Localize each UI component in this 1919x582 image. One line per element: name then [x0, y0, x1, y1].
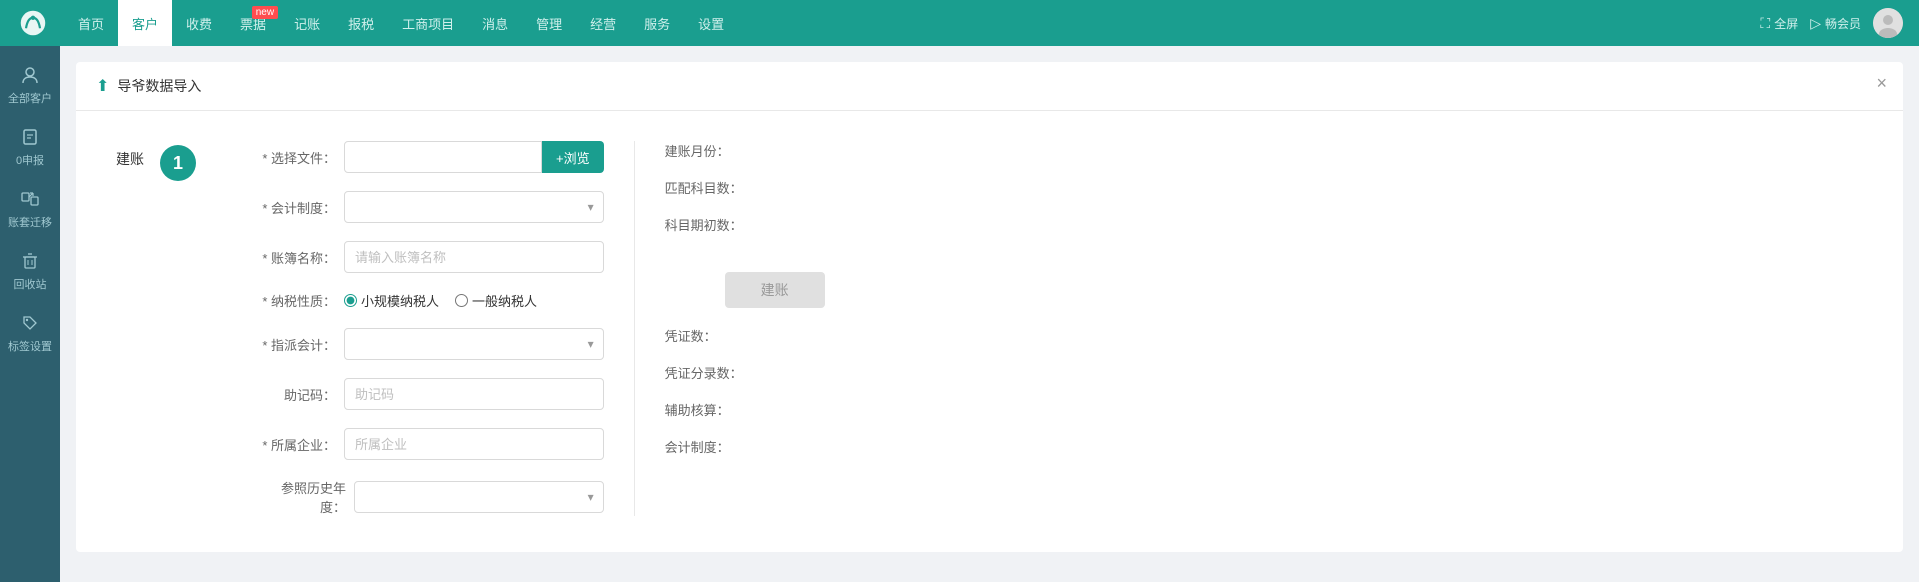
nav-item-home[interactable]: 首页 [64, 0, 118, 46]
file-input-group: +浏览 [344, 141, 604, 173]
voucher-count-row: 凭证数： [665, 326, 885, 345]
nav-item-manage[interactable]: 管理 [522, 0, 576, 46]
accounting-row: * 会计制度： [256, 191, 604, 223]
tax-type-row: * 纳税性质： 小规模纳税人 一般纳税人 [256, 291, 604, 310]
memo-row: 助记码： [256, 378, 604, 410]
nav-item-bizproj[interactable]: 工商项目 [388, 0, 468, 46]
match-subject-row: 匹配科目数： [665, 178, 885, 197]
belong-input[interactable] [344, 428, 604, 460]
top-nav: 首页 客户 收费 票据 new 记账 报税 工商项目 消息 管理 经营 服务 设… [0, 0, 1919, 46]
setup-month-label: 建账月份： [665, 141, 730, 160]
tag-icon [19, 312, 41, 334]
nav-item-tax[interactable]: 报税 [334, 0, 388, 46]
nav-item-message[interactable]: 消息 [468, 0, 522, 46]
history-year-select[interactable] [354, 481, 604, 513]
divider [634, 141, 635, 516]
memo-label: 助记码： [256, 385, 336, 404]
sidebar-item-declaration[interactable]: 0申报 [0, 116, 60, 178]
nav-items: 首页 客户 收费 票据 new 记账 报税 工商项目 消息 管理 经营 服务 设… [64, 0, 1760, 46]
sidebar: 全部客户 0申报 账套迁移 [0, 46, 60, 582]
import-icon: ⬆ [96, 76, 109, 96]
belong-row: * 所属企业： [256, 428, 604, 460]
accounting-select-wrapper [344, 191, 604, 223]
assign-acc-label: * 指派会计： [256, 335, 336, 354]
build-btn-row: 建账 [665, 272, 885, 308]
nav-item-ledger[interactable]: 记账 [280, 0, 334, 46]
accounting-select[interactable] [344, 191, 604, 223]
history-year-label: 参照历史年度： [256, 478, 346, 516]
browse-button[interactable]: +浏览 [542, 141, 604, 173]
history-year-row: 参照历史年度： [256, 478, 604, 516]
layout: 全部客户 0申报 账套迁移 [0, 46, 1919, 582]
main-content: ⬆ 导爷数据导入 × 建账 1 * 选择文件： [60, 46, 1919, 582]
memo-input[interactable] [344, 378, 604, 410]
file-row: * 选择文件： +浏览 [256, 141, 604, 173]
subject-init-label: 科目期初数： [665, 215, 743, 234]
aux-account-label: 辅助核算： [665, 400, 730, 419]
file-label: * 选择文件： [256, 148, 336, 167]
tax-type-radio-group: 小规模纳税人 一般纳税人 [344, 291, 604, 310]
voucher-entry-row: 凭证分录数： [665, 363, 885, 382]
new-badge: new [252, 6, 278, 19]
match-subject-label: 匹配科目数： [665, 178, 743, 197]
step-label: 建账 [116, 149, 144, 169]
aux-account-row: 辅助核算： [665, 400, 885, 419]
panel-header: ⬆ 导爷数据导入 [76, 62, 1903, 111]
ledger-name-row: * 账簿名称： [256, 241, 604, 273]
belong-label: * 所属企业： [256, 435, 336, 454]
tax-small-radio[interactable]: 小规模纳税人 [344, 291, 439, 310]
ledger-name-label: * 账簿名称： [256, 248, 336, 267]
step-badge: 1 [160, 145, 196, 181]
sidebar-item-all-customers[interactable]: 全部客户 [0, 54, 60, 116]
membership-btn[interactable]: ▷ 畅会员 [1810, 15, 1861, 32]
assign-acc-row: * 指派会计： [256, 328, 604, 360]
fullscreen-btn[interactable]: ⛶ 全屏 [1760, 15, 1798, 32]
right-accounting-system-row: 会计制度： [665, 437, 885, 456]
build-button[interactable]: 建账 [725, 272, 825, 308]
form-left-column: * 选择文件： +浏览 * 会计制度： [256, 141, 604, 516]
tax-general-radio[interactable]: 一般纳税人 [455, 291, 537, 310]
person-icon [19, 64, 41, 86]
nav-item-service[interactable]: 服务 [630, 0, 684, 46]
tax-type-label: * 纳税性质： [256, 291, 336, 310]
file-input[interactable] [344, 141, 542, 173]
sidebar-item-recycle[interactable]: 回收站 [0, 240, 60, 302]
trash-icon [19, 250, 41, 272]
assign-acc-select[interactable] [344, 328, 604, 360]
setup-month-row: 建账月份： [665, 141, 885, 160]
panel-title: 导爷数据导入 [117, 76, 201, 96]
nav-item-customer[interactable]: 客户 [118, 0, 172, 46]
nav-item-invoice[interactable]: 票据 new [226, 0, 280, 46]
migrate-icon [19, 188, 41, 210]
nav-item-operation[interactable]: 经营 [576, 0, 630, 46]
right-accounting-system-label: 会计制度： [665, 437, 730, 456]
sidebar-item-tag-settings[interactable]: 标签设置 [0, 302, 60, 364]
form-area: 建账 1 * 选择文件： +浏览 * 会计制度： [76, 111, 1903, 546]
ledger-name-input[interactable] [344, 241, 604, 273]
nav-right: ⛶ 全屏 ▷ 畅会员 [1760, 8, 1919, 38]
subject-init-row: 科目期初数： [665, 215, 885, 234]
assign-acc-select-wrapper [344, 328, 604, 360]
panel-close-button[interactable]: × [1876, 74, 1887, 92]
voucher-entry-label: 凭证分录数： [665, 363, 743, 382]
panel: ⬆ 导爷数据导入 × 建账 1 * 选择文件： [76, 62, 1903, 552]
declare-icon [19, 126, 41, 148]
nav-logo [10, 0, 56, 46]
nav-item-settings[interactable]: 设置 [684, 0, 738, 46]
voucher-count-label: 凭证数： [665, 326, 717, 345]
accounting-label: * 会计制度： [256, 198, 336, 217]
nav-item-billing[interactable]: 收费 [172, 0, 226, 46]
history-year-select-wrapper [354, 481, 604, 513]
step-section: 建账 1 [116, 141, 196, 516]
sidebar-item-account-migrate[interactable]: 账套迁移 [0, 178, 60, 240]
avatar[interactable] [1873, 8, 1903, 38]
form-right-column: 建账月份： 匹配科目数： 科目期初数： 建账 凭证数： 凭证 [665, 141, 885, 516]
